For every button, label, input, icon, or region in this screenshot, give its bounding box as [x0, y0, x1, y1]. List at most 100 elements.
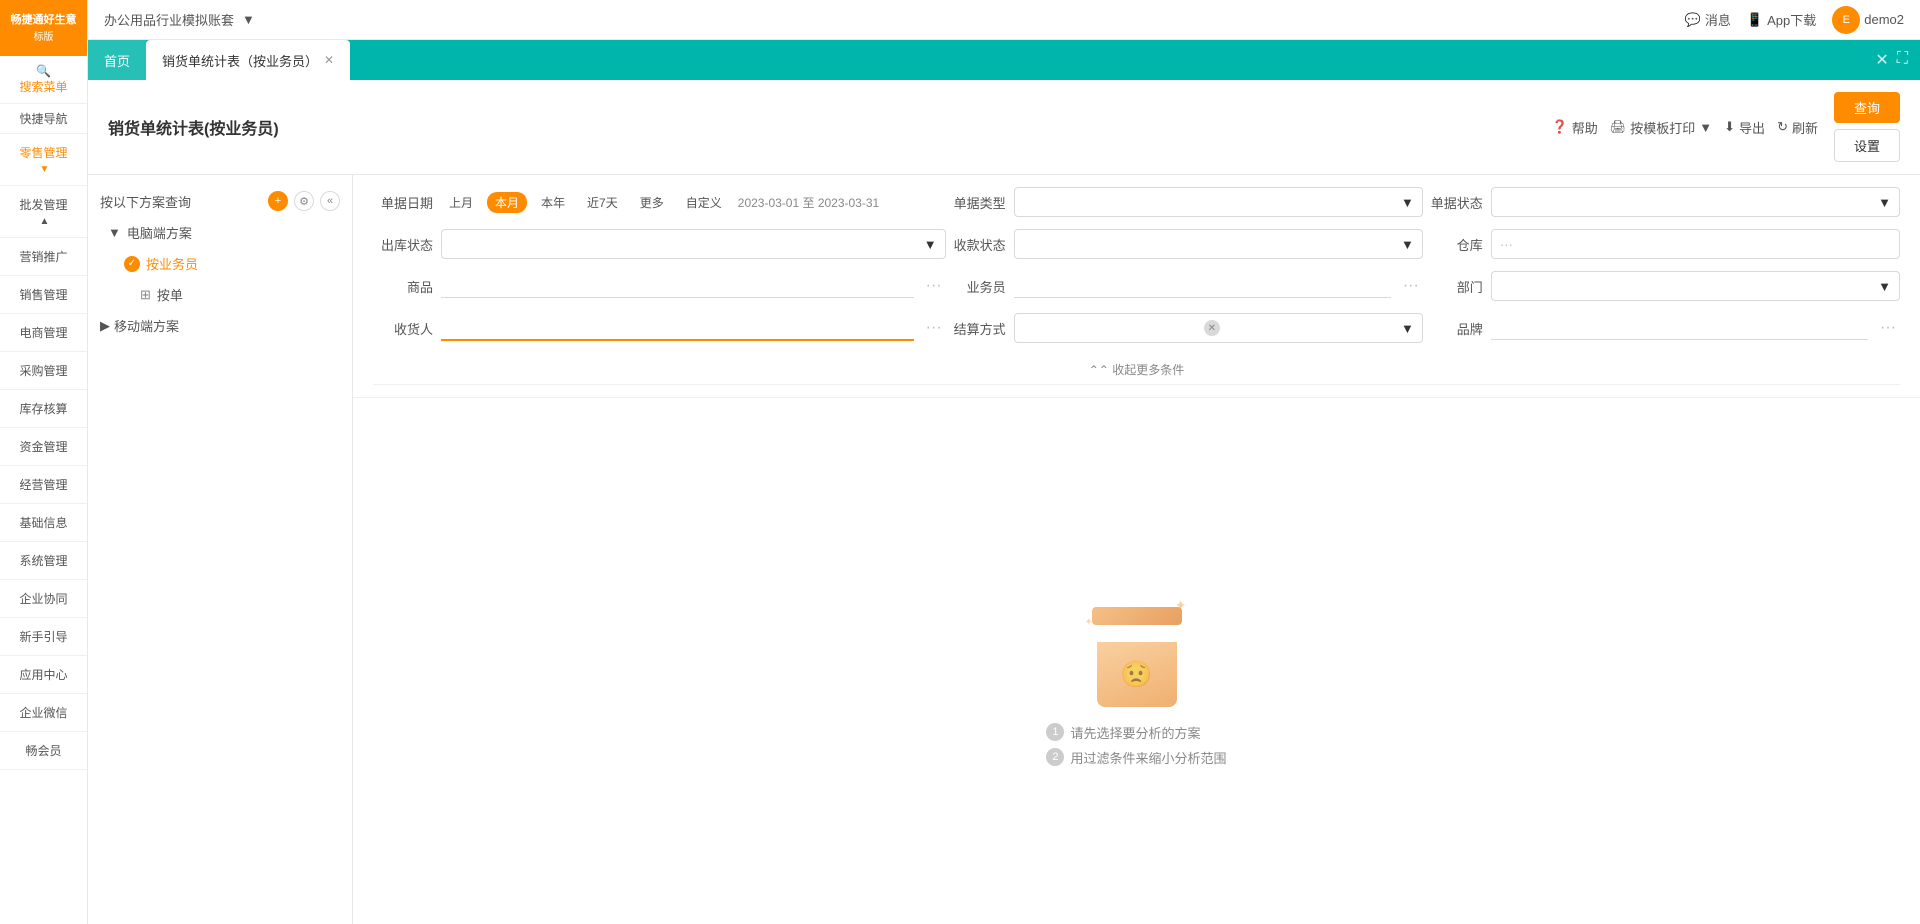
help-btn[interactable]: ❓ 帮助	[1552, 118, 1598, 137]
payment-label: 结算方式	[946, 319, 1006, 338]
sidebar-item-finance[interactable]: 资金管理	[0, 428, 87, 466]
consignee-dots[interactable]: ···	[922, 319, 946, 337]
doc-type-select[interactable]: ▼	[1014, 187, 1423, 217]
app-download-btn[interactable]: 📱 App下载	[1747, 10, 1816, 29]
filter-row-4: 收货人 ··· 结算方式 ✕ ▼	[373, 313, 1900, 343]
filter-item-warehouse: 仓库 ···	[1423, 229, 1900, 259]
query-button[interactable]: 查询	[1834, 92, 1900, 123]
print-btn[interactable]: 🖨 按模板打印 ▼	[1610, 118, 1712, 137]
filter-row-3: 商品 ··· 业务员 ··· 部门	[373, 271, 1900, 301]
tree-desktop-label: 电脑端方案	[127, 223, 192, 242]
sidebar-item-wechat[interactable]: 企业微信	[0, 694, 87, 732]
set-button[interactable]: 设置	[1834, 129, 1900, 162]
date-last-month[interactable]: 上月	[441, 192, 481, 213]
print-dropdown-icon: ▼	[1699, 120, 1712, 135]
chevron-down-icon-tree: ▼	[108, 225, 121, 240]
filter-panel-title: 按以下方案查询	[100, 192, 191, 211]
goods-label: 商品	[373, 277, 433, 296]
window-close-icon[interactable]: ✕	[1875, 50, 1888, 70]
window-expand-icon[interactable]: ⛶	[1897, 50, 1908, 70]
message-btn[interactable]: 💬 消息	[1685, 10, 1731, 29]
sidebar: 畅捷通好生意 标版 🔍 搜索菜单 快捷导航 零售管理 ▼ 批发管理 ▲ 营销推广…	[0, 0, 88, 924]
warehouse-select[interactable]: ···	[1491, 229, 1900, 259]
sidebar-item-retail[interactable]: 零售管理 ▼	[0, 134, 87, 186]
message-icon: 💬	[1685, 12, 1701, 28]
brand-input[interactable]	[1491, 316, 1868, 340]
sidebar-item-enterprise[interactable]: 企业协同	[0, 580, 87, 618]
export-btn[interactable]: ⬇ 导出	[1724, 118, 1765, 137]
sidebar-item-ecommerce[interactable]: 电商管理	[0, 314, 87, 352]
receipt-status-select[interactable]: ▼	[1014, 229, 1423, 259]
date-this-year[interactable]: 本年	[533, 192, 573, 213]
payment-select[interactable]: ✕ ▼	[1014, 313, 1423, 343]
filter-panel-header: 按以下方案查询 + ⚙ «	[88, 185, 352, 217]
date-7days[interactable]: 近7天	[579, 192, 626, 213]
tree-grandchild-by-order[interactable]: ⊞ 按单	[88, 279, 352, 310]
settings-scheme-btn[interactable]: ⚙	[294, 191, 314, 211]
sidebar-item-marketing[interactable]: 营销推广	[0, 238, 87, 276]
industry-label: 办公用品行业模拟账套	[104, 10, 234, 29]
app-download-label: App下载	[1767, 10, 1816, 29]
tree-child-by-salesperson[interactable]: ✓ 按业务员	[88, 248, 352, 279]
sidebar-search[interactable]: 🔍 搜索菜单	[0, 56, 87, 104]
collapse-panel-btn[interactable]: «	[320, 191, 340, 211]
sidebar-item-sales[interactable]: 销售管理	[0, 276, 87, 314]
sidebar-item-wholesale[interactable]: 批发管理 ▲	[0, 186, 87, 238]
collapse-bar[interactable]: ⌃⌃ 收起更多条件	[373, 355, 1900, 385]
sidebar-item-system[interactable]: 系统管理	[0, 542, 87, 580]
shortcut-label: 快捷导航	[6, 110, 81, 127]
filter-item-out-status: 出库状态 ▼	[373, 229, 946, 259]
consignee-input[interactable]	[441, 316, 914, 341]
doc-status-dropdown-icon: ▼	[1878, 195, 1891, 210]
step1-num: 1	[1046, 723, 1064, 741]
out-status-select[interactable]: ▼	[441, 229, 946, 259]
user-avatar-area[interactable]: E demo2	[1832, 6, 1904, 34]
date-custom[interactable]: 自定义	[678, 192, 730, 213]
sidebar-item-newbie[interactable]: 新手引导	[0, 618, 87, 656]
goods-dots[interactable]: ···	[922, 277, 946, 295]
brand-label: 品牌	[1423, 319, 1483, 338]
refresh-btn[interactable]: ↻ 刷新	[1777, 118, 1818, 137]
doc-status-select[interactable]: ▼	[1491, 187, 1900, 217]
date-more[interactable]: 更多	[632, 192, 672, 213]
tab-close-icon[interactable]: ✕	[324, 53, 334, 67]
step2-num: 2	[1046, 748, 1064, 766]
sidebar-item-basic[interactable]: 基础信息	[0, 504, 87, 542]
by-salesperson-label: 按业务员	[146, 254, 198, 273]
sidebar-item-purchase[interactable]: 采购管理	[0, 352, 87, 390]
goods-input[interactable]	[441, 274, 914, 298]
payment-dropdown-icon: ▼	[1401, 321, 1414, 336]
sidebar-shortcut[interactable]: 快捷导航	[0, 104, 87, 134]
date-this-month[interactable]: 本月	[487, 192, 527, 213]
salesperson-dots[interactable]: ···	[1399, 277, 1423, 295]
empty-text: 1 请先选择要分析的方案 2 用过滤条件来缩小分析范围	[1046, 723, 1226, 773]
refresh-label: 刷新	[1792, 118, 1818, 137]
salesperson-input[interactable]	[1014, 274, 1391, 298]
tab-sales-stat-label: 销货单统计表（按业务员）	[162, 51, 318, 70]
receipt-status-dropdown-icon: ▼	[1401, 237, 1414, 252]
home-label: 首页	[104, 51, 130, 70]
sidebar-item-appstore[interactable]: 应用中心	[0, 656, 87, 694]
tree-item-desktop[interactable]: ▼ 电脑端方案	[88, 217, 352, 248]
payment-clear-btn[interactable]: ✕	[1204, 320, 1220, 336]
query-filters: 单据日期 上月 本月 本年 近7天 更多 自定义 2023-03-01 至 20…	[353, 175, 1920, 398]
sidebar-item-member[interactable]: 畅会员	[0, 732, 87, 770]
tree-item-mobile[interactable]: ▶ 移动端方案	[88, 310, 352, 341]
logo-text: 畅捷通好生意	[11, 13, 77, 28]
industry-dropdown-icon[interactable]: ▼	[242, 12, 255, 27]
main-area: 办公用品行业模拟账套 ▼ 💬 消息 📱 App下载 E demo2 首页 销货单…	[88, 0, 1920, 924]
page-title: 销货单统计表(按业务员)	[108, 115, 279, 139]
tab-home[interactable]: 首页	[88, 40, 146, 80]
main-body: 按以下方案查询 + ⚙ « ▼ 电脑端方案	[88, 175, 1920, 924]
brand-dots[interactable]: ···	[1876, 319, 1900, 337]
add-scheme-btn[interactable]: +	[268, 191, 288, 211]
sidebar-item-inventory[interactable]: 库存核算	[0, 390, 87, 428]
user-name: demo2	[1864, 12, 1904, 27]
dept-select[interactable]: ▼	[1491, 271, 1900, 301]
sidebar-item-operations[interactable]: 经营管理	[0, 466, 87, 504]
empty-illustration: 😟 ✦ ✦	[1077, 597, 1197, 707]
tab-sales-stat[interactable]: 销货单统计表（按业务员） ✕	[146, 40, 350, 80]
sad-face-icon: 😟	[1120, 659, 1152, 690]
chevron-down-icon: ▼	[40, 164, 50, 175]
date-options: 上月 本月 本年 近7天 更多 自定义	[441, 192, 730, 213]
